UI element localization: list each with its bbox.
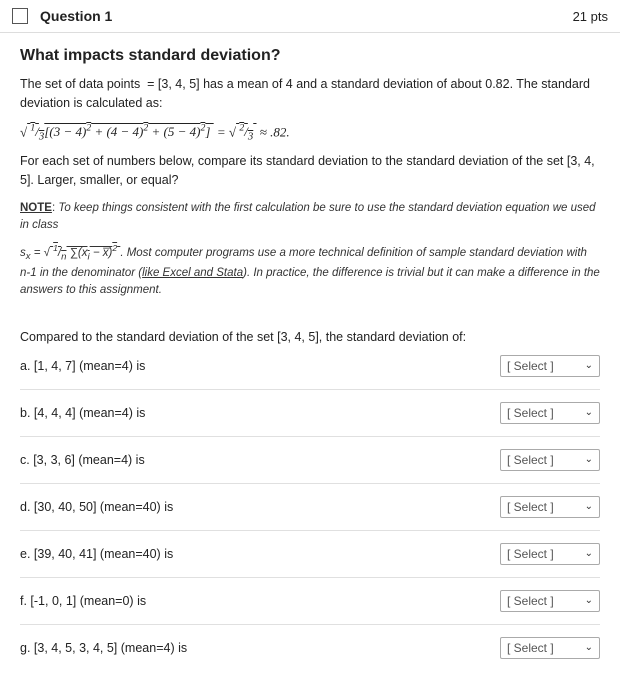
item-e-chevron-icon: ⌄ [585, 548, 593, 559]
question-item-c: c. [3, 3, 6] (mean=4) is [ Select ] ⌄ [20, 449, 600, 471]
item-e-select[interactable]: [ Select ] ⌄ [500, 543, 600, 565]
divider-bc [20, 436, 600, 437]
item-b-chevron-icon: ⌄ [585, 407, 593, 418]
formula-display: √ 1/3[(3 − 4)2 + (4 − 4)2 + (5 − 4)2] = … [20, 123, 600, 143]
item-a-label: a. [1, 4, 7] (mean=4) is [20, 359, 494, 373]
item-f-select[interactable]: [ Select ] ⌄ [500, 590, 600, 612]
question-item-f: f. [-1, 0, 1] (mean=0) is [ Select ] ⌄ [20, 590, 600, 612]
item-b-select[interactable]: [ Select ] ⌄ [500, 402, 600, 424]
divider-de [20, 530, 600, 531]
item-c-label: c. [3, 3, 6] (mean=4) is [20, 453, 494, 467]
main-question-text: What impacts standard deviation? [20, 47, 600, 65]
item-c-select[interactable]: [ Select ] ⌄ [500, 449, 600, 471]
compare-intro: Compared to the standard deviation of th… [20, 309, 600, 347]
page-container: Question 1 21 pts What impacts standard … [0, 0, 620, 700]
question-item-b: b. [4, 4, 4] (mean=4) is [ Select ] ⌄ [20, 402, 600, 424]
item-f-label: f. [-1, 0, 1] (mean=0) is [20, 594, 494, 608]
item-g-chevron-icon: ⌄ [585, 642, 593, 653]
question-item-d: d. [30, 40, 50] (mean=40) is [ Select ] … [20, 496, 600, 518]
question-item-e: e. [39, 40, 41] (mean=40) is [ Select ] … [20, 543, 600, 565]
item-e-label: e. [39, 40, 41] (mean=40) is [20, 547, 494, 561]
item-g-select-text: [ Select ] [507, 641, 554, 655]
note-label: NOTE [20, 202, 52, 214]
note-text: To keep things consistent with the first… [20, 202, 596, 231]
item-d-select-text: [ Select ] [507, 500, 554, 514]
top-bar: Question 1 21 pts [0, 0, 620, 33]
item-g-select[interactable]: [ Select ] ⌄ [500, 637, 600, 659]
question-header: Question 1 21 pts [40, 8, 608, 24]
item-e-select-text: [ Select ] [507, 547, 554, 561]
item-b-label: b. [4, 4, 4] (mean=4) is [20, 406, 494, 420]
item-a-chevron-icon: ⌄ [585, 360, 593, 371]
item-d-label: d. [30, 40, 50] (mean=40) is [20, 500, 494, 514]
question-title: Question 1 [40, 8, 112, 24]
note-section: NOTE: To keep things consistent with the… [20, 200, 600, 235]
divider-ab [20, 389, 600, 390]
divider-ef [20, 577, 600, 578]
item-d-chevron-icon: ⌄ [585, 501, 593, 512]
item-f-chevron-icon: ⌄ [585, 595, 593, 606]
question-item-g: g. [3, 4, 5, 3, 4, 5] (mean=4) is [ Sele… [20, 637, 600, 659]
checkbox-icon[interactable] [12, 8, 28, 24]
description-line1: The set of data points = [3, 4, 5] has a… [20, 75, 600, 113]
item-a-select[interactable]: [ Select ] ⌄ [500, 355, 600, 377]
item-b-select-text: [ Select ] [507, 406, 554, 420]
question-items: a. [1, 4, 7] (mean=4) is [ Select ] ⌄ b.… [20, 355, 600, 659]
formula-note: sx = √ 1/n ∑(xi − x̅)2 . Most computer p… [20, 242, 600, 299]
points-label: 21 pts [573, 9, 608, 24]
item-a-select-text: [ Select ] [507, 359, 554, 373]
item-d-select[interactable]: [ Select ] ⌄ [500, 496, 600, 518]
description-line2: For each set of numbers below, compare i… [20, 152, 600, 190]
divider-fg [20, 624, 600, 625]
main-content: What impacts standard deviation? The set… [0, 33, 620, 669]
item-f-select-text: [ Select ] [507, 594, 554, 608]
divider-cd [20, 483, 600, 484]
item-c-chevron-icon: ⌄ [585, 454, 593, 465]
item-c-select-text: [ Select ] [507, 453, 554, 467]
question-item-a: a. [1, 4, 7] (mean=4) is [ Select ] ⌄ [20, 355, 600, 377]
item-g-label: g. [3, 4, 5, 3, 4, 5] (mean=4) is [20, 641, 494, 655]
